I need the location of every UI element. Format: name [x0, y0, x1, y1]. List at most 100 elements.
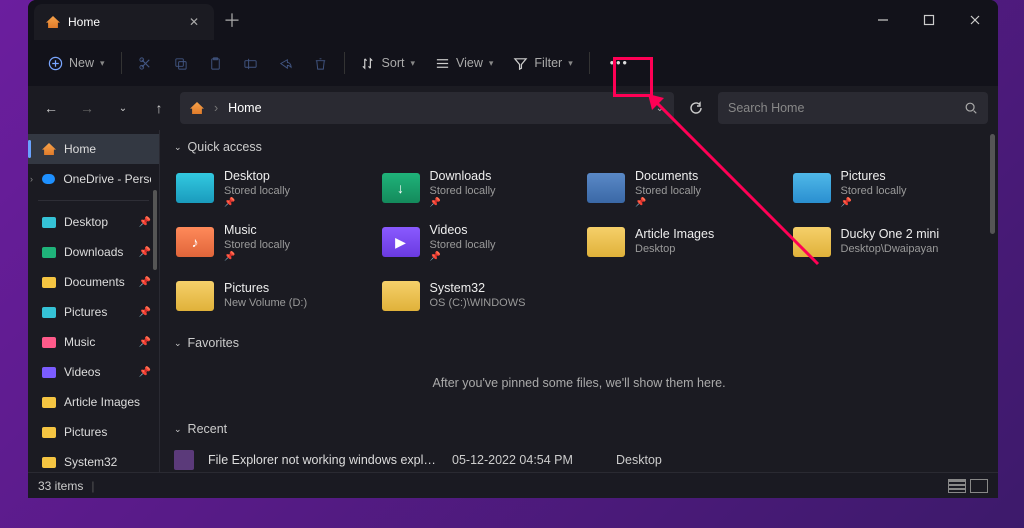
cut-button[interactable]: [130, 47, 161, 79]
group-label: Favorites: [188, 336, 239, 350]
maximize-button[interactable]: [906, 0, 952, 40]
more-options-button[interactable]: •••: [598, 47, 641, 79]
breadcrumb-location: Home: [228, 101, 261, 115]
sidebar-item-article-images[interactable]: Article Images: [28, 387, 159, 417]
back-button[interactable]: ←: [36, 93, 66, 123]
new-tab-button[interactable]: ＋: [214, 0, 250, 40]
view-button[interactable]: View ▾: [427, 47, 501, 79]
recent-location: Desktop: [616, 453, 662, 467]
sidebar-item-onedrive[interactable]: › OneDrive - Persc: [28, 164, 159, 194]
delete-button[interactable]: [305, 47, 336, 79]
sidebar-item-pictures[interactable]: Pictures📌: [28, 297, 159, 327]
minimize-button[interactable]: [860, 0, 906, 40]
item-location: Stored locally: [224, 184, 290, 198]
tiles-view-button[interactable]: [970, 479, 988, 493]
forward-button[interactable]: →: [72, 93, 102, 123]
paste-button[interactable]: [200, 47, 231, 79]
chevron-down-icon: ▾: [100, 58, 105, 69]
chevron-down-icon: ⌄: [174, 338, 182, 349]
group-recent[interactable]: ⌄ Recent: [160, 412, 998, 444]
item-name: Pictures: [841, 169, 907, 184]
sidebar-item-system32[interactable]: System32: [28, 447, 159, 472]
pin-icon: 📌: [139, 367, 151, 378]
quick-item[interactable]: ↓DownloadsStored locally📌: [376, 162, 582, 214]
rename-button[interactable]: [235, 47, 266, 79]
pin-icon: 📌: [224, 252, 290, 261]
pin-icon: 📌: [224, 198, 290, 207]
tab-title: Home: [68, 15, 178, 29]
sidebar-item-home[interactable]: Home: [28, 134, 159, 164]
group-favorites[interactable]: ⌄ Favorites: [160, 326, 998, 358]
content-area: ⌄ Quick access DesktopStored locally📌↓Do…: [160, 130, 998, 472]
quick-item[interactable]: PicturesNew Volume (D:): [170, 270, 376, 322]
new-button[interactable]: New ▾: [40, 47, 113, 79]
pin-icon: 📌: [430, 252, 496, 261]
folder-icon: ↓: [382, 173, 420, 203]
search-icon: [964, 101, 978, 115]
sidebar-item-downloads[interactable]: Downloads📌: [28, 237, 159, 267]
folder-icon: ♪: [176, 227, 214, 257]
quick-item[interactable]: ▶VideosStored locally📌: [376, 216, 582, 268]
pin-icon: 📌: [635, 198, 701, 207]
folder-icon: [42, 247, 56, 258]
pin-icon: 📌: [139, 337, 151, 348]
recent-item[interactable]: File Explorer not working windows explor…: [160, 444, 998, 472]
folder-icon: [587, 227, 625, 257]
quick-item[interactable]: Article ImagesDesktop: [581, 216, 787, 268]
quick-item[interactable]: ♪MusicStored locally📌: [170, 216, 376, 268]
chevron-down-icon: ⌄: [174, 424, 182, 435]
refresh-button[interactable]: [680, 92, 712, 124]
command-bar: New ▾ Sort ▾ View ▾ Filter ▾ •••: [28, 40, 998, 86]
group-quick-access[interactable]: ⌄ Quick access: [160, 130, 998, 162]
pin-icon: 📌: [139, 217, 151, 228]
sidebar-scrollbar[interactable]: [153, 190, 157, 270]
content-scrollbar[interactable]: [990, 134, 995, 234]
tab-home[interactable]: Home ✕: [34, 4, 214, 40]
item-name: Ducky One 2 mini: [841, 227, 940, 242]
search-placeholder: Search Home: [728, 101, 964, 115]
sidebar-item-pictures[interactable]: Pictures: [28, 417, 159, 447]
sidebar-item-label: System32: [64, 455, 117, 469]
details-view-button[interactable]: [948, 479, 966, 493]
favorites-empty-message: After you've pinned some files, we'll sh…: [160, 358, 998, 412]
close-button[interactable]: [952, 0, 998, 40]
sidebar-item-documents[interactable]: Documents📌: [28, 267, 159, 297]
recent-date: 05-12-2022 04:54 PM: [452, 453, 602, 467]
sort-button[interactable]: Sort ▾: [353, 47, 423, 79]
folder-icon: [42, 427, 56, 438]
sidebar-item-desktop[interactable]: Desktop 📌: [28, 207, 159, 237]
item-name: Downloads: [430, 169, 496, 184]
copy-button[interactable]: [165, 47, 196, 79]
file-icon: [174, 450, 194, 470]
share-button[interactable]: [270, 47, 301, 79]
expand-icon[interactable]: ›: [30, 174, 33, 184]
sidebar-item-label: Desktop: [64, 215, 108, 229]
quick-item[interactable]: System32OS (C:)\WINDOWS: [376, 270, 582, 322]
quick-item[interactable]: PicturesStored locally📌: [787, 162, 993, 214]
history-dropdown[interactable]: ⌄: [108, 93, 138, 123]
up-button[interactable]: ↑: [144, 93, 174, 123]
sidebar-item-label: Article Images: [64, 395, 140, 409]
sidebar-item-videos[interactable]: Videos📌: [28, 357, 159, 387]
quick-item[interactable]: DesktopStored locally📌: [170, 162, 376, 214]
item-name: Videos: [430, 223, 496, 238]
folder-icon: [793, 173, 831, 203]
item-location: Stored locally: [224, 238, 290, 252]
view-label: View: [456, 56, 483, 70]
filter-button[interactable]: Filter ▾: [505, 47, 580, 79]
sidebar-item-music[interactable]: Music 📌: [28, 327, 159, 357]
chevron-down-icon[interactable]: ⌄: [656, 103, 664, 114]
quick-item[interactable]: DocumentsStored locally📌: [581, 162, 787, 214]
sidebar-item-label: Music: [64, 335, 95, 349]
tab-close-button[interactable]: ✕: [186, 15, 202, 29]
folder-icon: ▶: [382, 227, 420, 257]
folder-icon: [382, 281, 420, 311]
search-input[interactable]: Search Home: [718, 92, 988, 124]
item-location: Desktop\Dwaipayan: [841, 242, 940, 256]
item-name: Pictures: [224, 281, 307, 296]
address-bar[interactable]: › Home ⌄: [180, 92, 674, 124]
filter-label: Filter: [534, 56, 562, 70]
item-location: Desktop: [635, 242, 714, 256]
item-location: Stored locally: [841, 184, 907, 198]
quick-item[interactable]: Ducky One 2 miniDesktop\Dwaipayan: [787, 216, 993, 268]
